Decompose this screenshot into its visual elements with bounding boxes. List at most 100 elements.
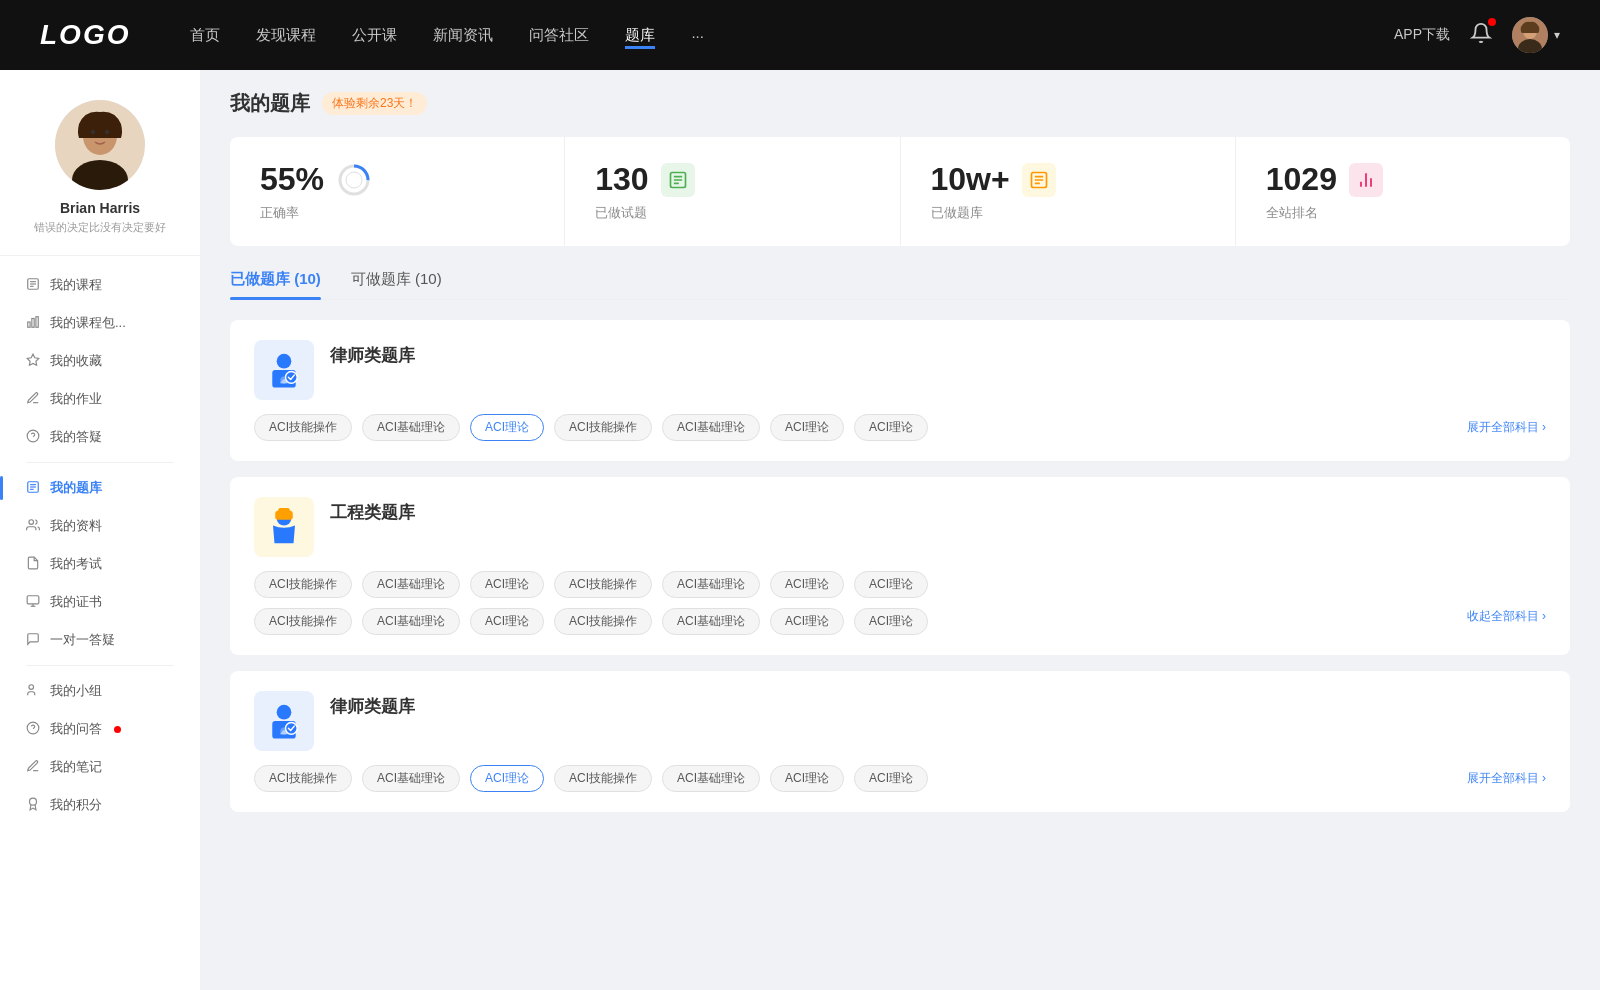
tag[interactable]: ACI理论 xyxy=(854,608,928,635)
tag[interactable]: ACI基础理论 xyxy=(662,414,760,441)
nav-qbank[interactable]: 题库 xyxy=(625,22,655,49)
sidebar-item-my-notes[interactable]: 我的笔记 xyxy=(10,748,190,786)
qbank-card-3: 律师类题库 ACI技能操作 ACI基础理论 ACI理论 ACI技能操作 ACI基… xyxy=(230,671,1570,812)
qbank-icon xyxy=(26,480,40,497)
tag[interactable]: ACI技能操作 xyxy=(554,765,652,792)
spacer xyxy=(938,608,1457,635)
nav-open-course[interactable]: 公开课 xyxy=(352,22,397,49)
sidebar-item-my-cert[interactable]: 我的证书 xyxy=(10,583,190,621)
main-content: 我的题库 体验剩余23天！ 55% 正确率 130 xyxy=(200,70,1600,990)
tag-active[interactable]: ACI理论 xyxy=(470,765,544,792)
svg-point-47 xyxy=(285,371,297,383)
stat-value: 1029 xyxy=(1266,161,1337,198)
sidebar-item-my-points[interactable]: 我的积分 xyxy=(10,786,190,824)
stat-value: 130 xyxy=(595,161,648,198)
qbank-info: 律师类题库 xyxy=(330,691,415,718)
sidebar-item-tutoring[interactable]: 一对一答疑 xyxy=(10,621,190,659)
tag[interactable]: ACI理论 xyxy=(770,571,844,598)
tag[interactable]: ACI理论 xyxy=(470,571,544,598)
nav-news[interactable]: 新闻资讯 xyxy=(433,22,493,49)
tag[interactable]: ACI理论 xyxy=(770,765,844,792)
sidebar-item-my-data[interactable]: 我的资料 xyxy=(10,507,190,545)
tag[interactable]: ACI理论 xyxy=(770,414,844,441)
sidebar-label: 我的课程 xyxy=(50,276,102,294)
svg-rect-23 xyxy=(27,595,39,603)
expand-button[interactable]: 展开全部科目 › xyxy=(1467,419,1546,436)
navbar-right: APP下载 ▾ xyxy=(1394,17,1560,53)
question2-icon xyxy=(26,721,40,738)
sidebar-item-homework[interactable]: 我的作业 xyxy=(10,380,190,418)
nav-menu: 首页 发现课程 公开课 新闻资讯 问答社区 题库 ··· xyxy=(190,22,1394,49)
file-icon xyxy=(26,277,40,294)
user-avatar-menu[interactable]: ▾ xyxy=(1512,17,1560,53)
nav-qa[interactable]: 问答社区 xyxy=(529,22,589,49)
tag[interactable]: ACI基础理论 xyxy=(662,765,760,792)
tab-available-banks[interactable]: 可做题库 (10) xyxy=(351,270,442,299)
logo[interactable]: LOGO xyxy=(40,19,130,51)
stat-label: 全站排名 xyxy=(1266,204,1540,222)
sidebar-item-my-qbank[interactable]: 我的题库 xyxy=(10,469,190,507)
stat-top: 130 xyxy=(595,161,869,198)
sidebar-divider-2 xyxy=(26,665,174,666)
page-title: 我的题库 xyxy=(230,90,310,117)
unread-dot xyxy=(114,726,121,733)
qbank-icon-engineer xyxy=(254,497,314,557)
sidebar-label: 我的答疑 xyxy=(50,428,102,446)
notification-bell[interactable] xyxy=(1470,22,1492,48)
app-download-button[interactable]: APP下载 xyxy=(1394,26,1450,44)
stat-label: 已做题库 xyxy=(931,204,1205,222)
tag[interactable]: ACI技能操作 xyxy=(554,571,652,598)
cert-icon xyxy=(26,594,40,611)
tag[interactable]: ACI技能操作 xyxy=(254,571,352,598)
sidebar-label: 我的题库 xyxy=(50,479,102,497)
sidebar-item-course-package[interactable]: 我的课程包... xyxy=(10,304,190,342)
qbank-title: 工程类题库 xyxy=(330,501,415,524)
tag[interactable]: ACI技能操作 xyxy=(254,765,352,792)
svg-point-7 xyxy=(105,130,109,134)
stats-row: 55% 正确率 130 已做试题 xyxy=(230,137,1570,246)
tabs-row: 已做题库 (10) 可做题库 (10) xyxy=(230,270,1570,300)
tag[interactable]: ACI技能操作 xyxy=(554,608,652,635)
sidebar-item-my-group[interactable]: 我的小组 xyxy=(10,672,190,710)
tag[interactable]: ACI理论 xyxy=(854,765,928,792)
tag[interactable]: ACI基础理论 xyxy=(362,571,460,598)
sidebar-item-my-courses[interactable]: 我的课程 xyxy=(10,266,190,304)
stat-label: 已做试题 xyxy=(595,204,869,222)
tag-active[interactable]: ACI理论 xyxy=(470,414,544,441)
nav-more[interactable]: ··· xyxy=(691,23,704,48)
tag[interactable]: ACI理论 xyxy=(470,608,544,635)
tag[interactable]: ACI基础理论 xyxy=(662,571,760,598)
pie-chart-icon xyxy=(336,162,372,198)
qbank-card-header: 律师类题库 xyxy=(254,340,1546,400)
tag[interactable]: ACI理论 xyxy=(854,571,928,598)
nav-home[interactable]: 首页 xyxy=(190,22,220,49)
tag[interactable]: ACI理论 xyxy=(770,608,844,635)
nav-courses[interactable]: 发现课程 xyxy=(256,22,316,49)
sidebar-item-my-exam[interactable]: 我的考试 xyxy=(10,545,190,583)
tag[interactable]: ACI基础理论 xyxy=(362,765,460,792)
svg-point-6 xyxy=(91,130,95,134)
tag[interactable]: ACI技能操作 xyxy=(254,414,352,441)
group-icon xyxy=(26,683,40,700)
sidebar-item-my-questions[interactable]: 我的问答 xyxy=(10,710,190,748)
tab-done-banks[interactable]: 已做题库 (10) xyxy=(230,270,321,299)
sidebar: Brian Harris 错误的决定比没有决定要好 我的课程 我的课程包... xyxy=(0,70,200,990)
tag[interactable]: ACI基础理论 xyxy=(362,608,460,635)
sidebar-item-favorites[interactable]: 我的收藏 xyxy=(10,342,190,380)
chart-red-icon xyxy=(1349,163,1383,197)
chart-icon xyxy=(26,315,40,332)
notification-badge xyxy=(1488,18,1496,26)
tag[interactable]: ACI基础理论 xyxy=(362,414,460,441)
svg-point-26 xyxy=(29,684,34,689)
expand-button-3[interactable]: 展开全部科目 › xyxy=(1467,770,1546,787)
sidebar-item-qa[interactable]: 我的答疑 xyxy=(10,418,190,456)
question-icon xyxy=(26,429,40,446)
tag[interactable]: ACI基础理论 xyxy=(662,608,760,635)
tag[interactable]: ACI理论 xyxy=(854,414,928,441)
svg-point-29 xyxy=(30,798,37,805)
svg-point-51 xyxy=(277,705,292,720)
edit-icon xyxy=(26,391,40,408)
collapse-button[interactable]: 收起全部科目 › xyxy=(1467,608,1546,635)
tag[interactable]: ACI技能操作 xyxy=(254,608,352,635)
tag[interactable]: ACI技能操作 xyxy=(554,414,652,441)
